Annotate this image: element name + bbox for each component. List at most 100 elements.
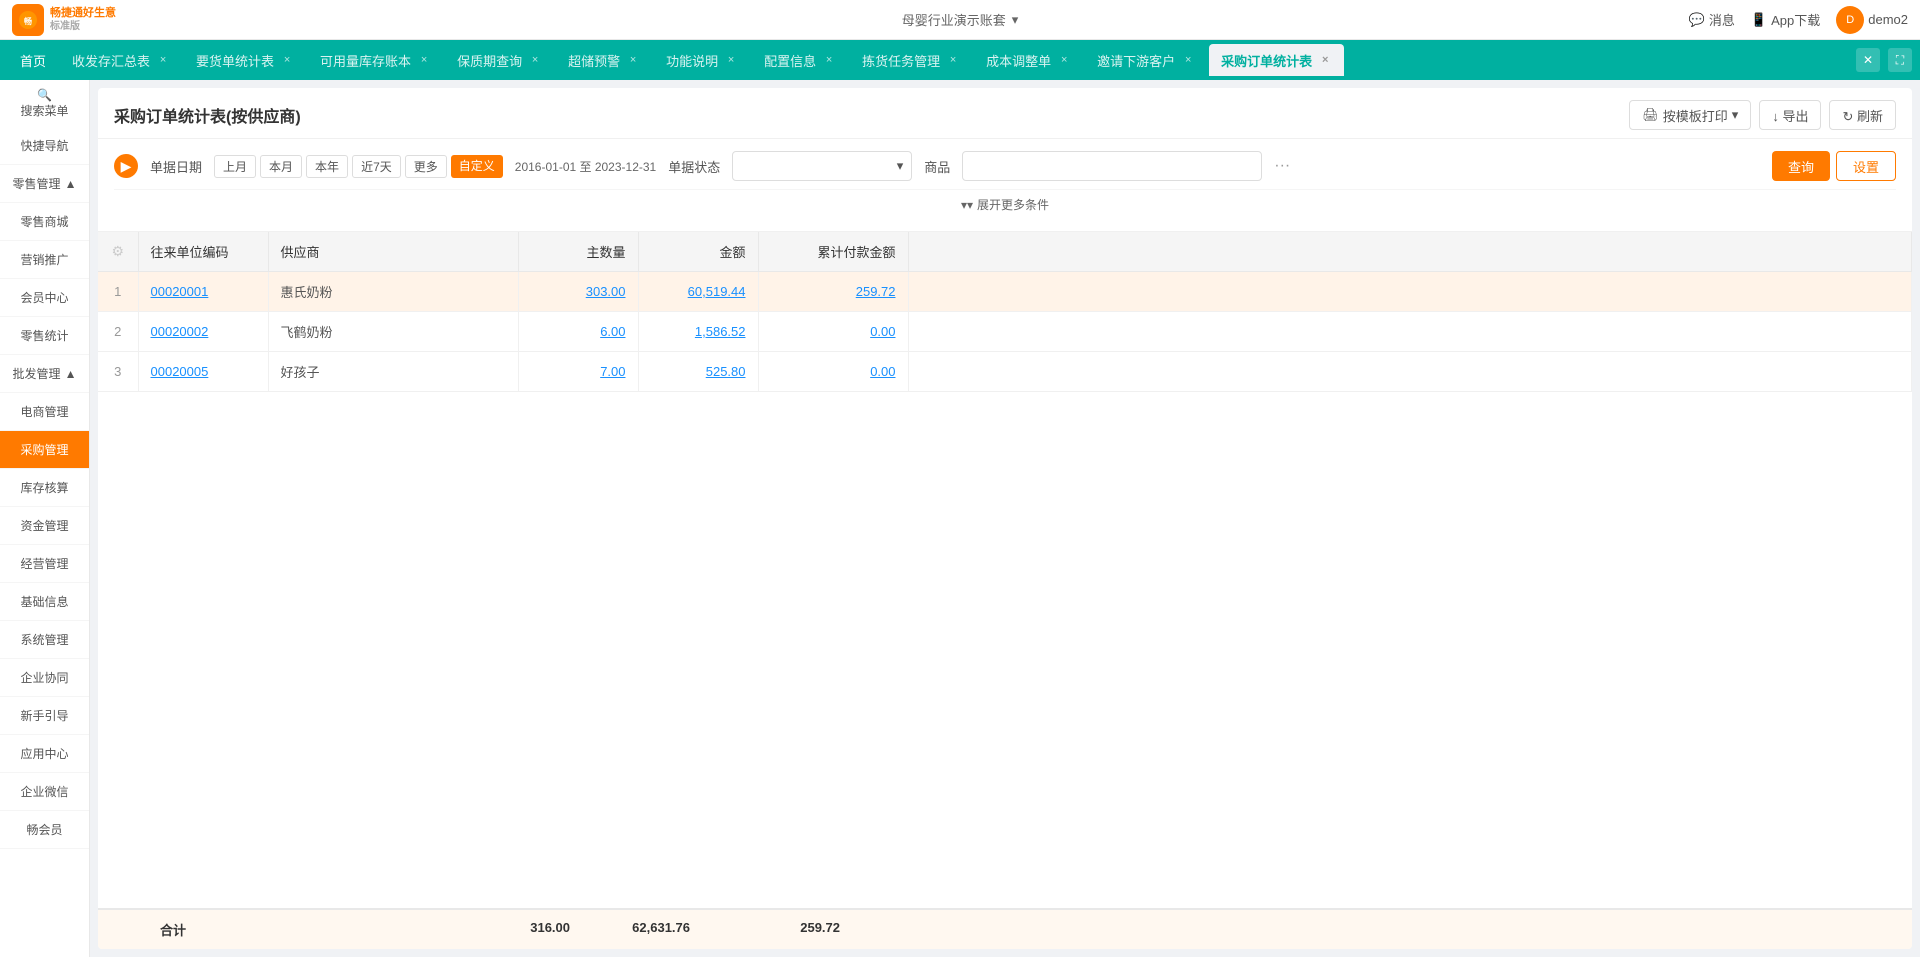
tab-purchase-summary[interactable]: 采购订单统计表 ×	[1209, 44, 1344, 76]
row1-paid-link[interactable]: 259.72	[856, 284, 896, 299]
refresh-button[interactable]: ↻ 刷新	[1829, 100, 1896, 130]
sidebar-search-label: 搜索菜单	[20, 104, 68, 118]
export-label: 导出	[1782, 109, 1808, 124]
date-btn-this-month[interactable]: 本月	[260, 155, 302, 178]
sidebar-item-ecommerce-mgmt[interactable]: 电商管理	[0, 393, 89, 431]
tab-warranty-close[interactable]: ×	[528, 53, 542, 67]
row2-paid-link[interactable]: 0.00	[870, 324, 895, 339]
sidebar-purchase-label: 采购管理	[20, 441, 68, 458]
tab-goods-summary-close[interactable]: ×	[280, 53, 294, 67]
sidebar-item-stock-check[interactable]: 库存核算	[0, 469, 89, 507]
table-row[interactable]: 2 00020002 飞鹤奶粉 6.00 1,586.52	[98, 312, 1912, 352]
sidebar-item-sys-mgmt[interactable]: 系统管理	[0, 621, 89, 659]
tab-receive-summary[interactable]: 收发存汇总表 ×	[60, 44, 182, 76]
tab-cost-adjust-close[interactable]: ×	[1057, 53, 1071, 67]
sidebar-quick-nav[interactable]: 快捷导航	[0, 127, 89, 165]
tab-stock-book[interactable]: 可用量库存账本 ×	[308, 44, 443, 76]
tab-config-info[interactable]: 配置信息 ×	[752, 44, 848, 76]
tab-config-info-close[interactable]: ×	[822, 53, 836, 67]
sidebar-item-basic-info[interactable]: 基础信息	[0, 583, 89, 621]
row3-supplier-text: 好孩子	[281, 365, 320, 380]
tab-warranty[interactable]: 保质期查询 ×	[445, 44, 554, 76]
row1-amount-link[interactable]: 60,519.44	[688, 284, 746, 299]
tab-func-desc[interactable]: 功能说明 ×	[654, 44, 750, 76]
more-filter-button[interactable]: ···	[1274, 157, 1290, 175]
row3-qty-link[interactable]: 7.00	[600, 364, 625, 379]
row2-amount-link[interactable]: 1,586.52	[695, 324, 746, 339]
sidebar-item-retail-shop[interactable]: 零售商城	[0, 203, 89, 241]
tab-purchase-summary-close[interactable]: ×	[1318, 53, 1332, 67]
nav-maximize-button[interactable]: ⛶	[1888, 48, 1912, 72]
sidebar-item-retail-stats[interactable]: 零售统计	[0, 317, 89, 355]
sidebar-retail-stats-label: 零售统计	[20, 327, 68, 344]
tab-stock-book-close[interactable]: ×	[417, 53, 431, 67]
sidebar-item-app-center[interactable]: 应用中心	[0, 735, 89, 773]
query-button[interactable]: 查询	[1772, 151, 1830, 181]
tab-func-desc-close[interactable]: ×	[724, 53, 738, 67]
col-rest-header	[908, 232, 1912, 272]
date-btn-this-year[interactable]: 本年	[306, 155, 348, 178]
sidebar-item-member-center[interactable]: 会员中心	[0, 279, 89, 317]
filter-area: ▶ 单据日期 上月 本月 本年 近7天 更多 自定义 2016-01-01 至 …	[98, 139, 1912, 232]
row1-code-link[interactable]: 00020001	[151, 284, 209, 299]
workspace-chevron: ▾	[1012, 12, 1019, 28]
expand-more-button[interactable]: ▾▾ 展开更多条件	[114, 189, 1896, 219]
tab-invite-down-close[interactable]: ×	[1181, 53, 1195, 67]
date-btn-last-7days[interactable]: 近7天	[352, 155, 401, 178]
row3-qty: 7.00	[518, 352, 638, 392]
row3-amount-link[interactable]: 525.80	[706, 364, 746, 379]
filter-toggle-button[interactable]: ▶	[114, 154, 138, 178]
row1-code: 00020001	[138, 272, 268, 312]
sidebar-item-retail-mgmt[interactable]: 零售管理 ▲	[0, 165, 89, 203]
row3-paid-link[interactable]: 0.00	[870, 364, 895, 379]
goods-filter-input[interactable]	[962, 151, 1262, 181]
sidebar-item-ops-mgmt[interactable]: 经营管理	[0, 545, 89, 583]
top-right-actions: 💬 消息 📱 App下载 D demo2	[1689, 6, 1908, 34]
sidebar-item-finance-mgmt[interactable]: 资金管理	[0, 507, 89, 545]
tab-home[interactable]: 首页	[8, 44, 58, 76]
workspace-selector[interactable]: 母婴行业演示账套 ▾	[902, 10, 1019, 29]
nav-close-button[interactable]: ✕	[1856, 48, 1880, 72]
row2-code-link[interactable]: 00020002	[151, 324, 209, 339]
settings-gear-icon[interactable]: ⚙	[111, 243, 124, 259]
print-button[interactable]: 🖨 按模板打印 ▾	[1629, 100, 1751, 130]
row2-qty-link[interactable]: 6.00	[600, 324, 625, 339]
date-btn-more[interactable]: 更多	[405, 155, 447, 178]
sidebar-item-purchase-mgmt[interactable]: 采购管理	[0, 431, 89, 469]
sidebar-search[interactable]: 🔍 搜索菜单	[0, 80, 89, 127]
app-download-button[interactable]: 📱 App下载	[1751, 10, 1820, 29]
row3-code-link[interactable]: 00020005	[151, 364, 209, 379]
sidebar-item-enterprise-wechat[interactable]: 企业微信	[0, 773, 89, 811]
sidebar-ecommerce-label: 电商管理	[20, 403, 68, 420]
refresh-label: 刷新	[1857, 109, 1883, 124]
col-amount-label: 金额	[719, 245, 745, 260]
message-button[interactable]: 💬 消息	[1689, 10, 1735, 29]
tab-invite-down[interactable]: 邀请下游客户 ×	[1085, 44, 1207, 76]
sidebar-item-new-guide[interactable]: 新手引导	[0, 697, 89, 735]
row1-qty-link[interactable]: 303.00	[586, 284, 626, 299]
tab-over-stock[interactable]: 超储预警 ×	[556, 44, 652, 76]
sidebar-item-marketing[interactable]: 营销推广	[0, 241, 89, 279]
sidebar-item-enterprise-collab[interactable]: 企业协同	[0, 659, 89, 697]
printer-icon: 🖨	[1642, 107, 1659, 123]
settings-button[interactable]: 设置	[1836, 151, 1896, 181]
sidebar-item-vip-member[interactable]: 畅会员	[0, 811, 89, 849]
tab-receive-summary-close[interactable]: ×	[156, 53, 170, 67]
row1-qty: 303.00	[518, 272, 638, 312]
tab-pick-task-close[interactable]: ×	[946, 53, 960, 67]
status-select[interactable]: ▾	[732, 151, 912, 181]
table-row[interactable]: 3 00020005 好孩子 7.00 525.80	[98, 352, 1912, 392]
tab-over-stock-close[interactable]: ×	[626, 53, 640, 67]
custom-date-tag[interactable]: 自定义	[451, 155, 503, 178]
export-button[interactable]: ↓ 导出	[1759, 100, 1821, 130]
date-btn-last-month[interactable]: 上月	[214, 155, 256, 178]
chevron-down-icon: ▲	[65, 177, 77, 191]
col-supplier-header: 供应商	[268, 232, 518, 272]
tab-cost-adjust[interactable]: 成本调整单 ×	[974, 44, 1083, 76]
sidebar-item-wholesale-mgmt[interactable]: 批发管理 ▲	[0, 355, 89, 393]
user-menu[interactable]: D demo2	[1836, 6, 1908, 34]
tab-goods-summary[interactable]: 要货单统计表 ×	[184, 44, 306, 76]
table-row[interactable]: 1 00020001 惠氏奶粉 303.00 60,519.4	[98, 272, 1912, 312]
tab-pick-task[interactable]: 拣货任务管理 ×	[850, 44, 972, 76]
col-supplier-label: 供应商	[281, 245, 320, 260]
